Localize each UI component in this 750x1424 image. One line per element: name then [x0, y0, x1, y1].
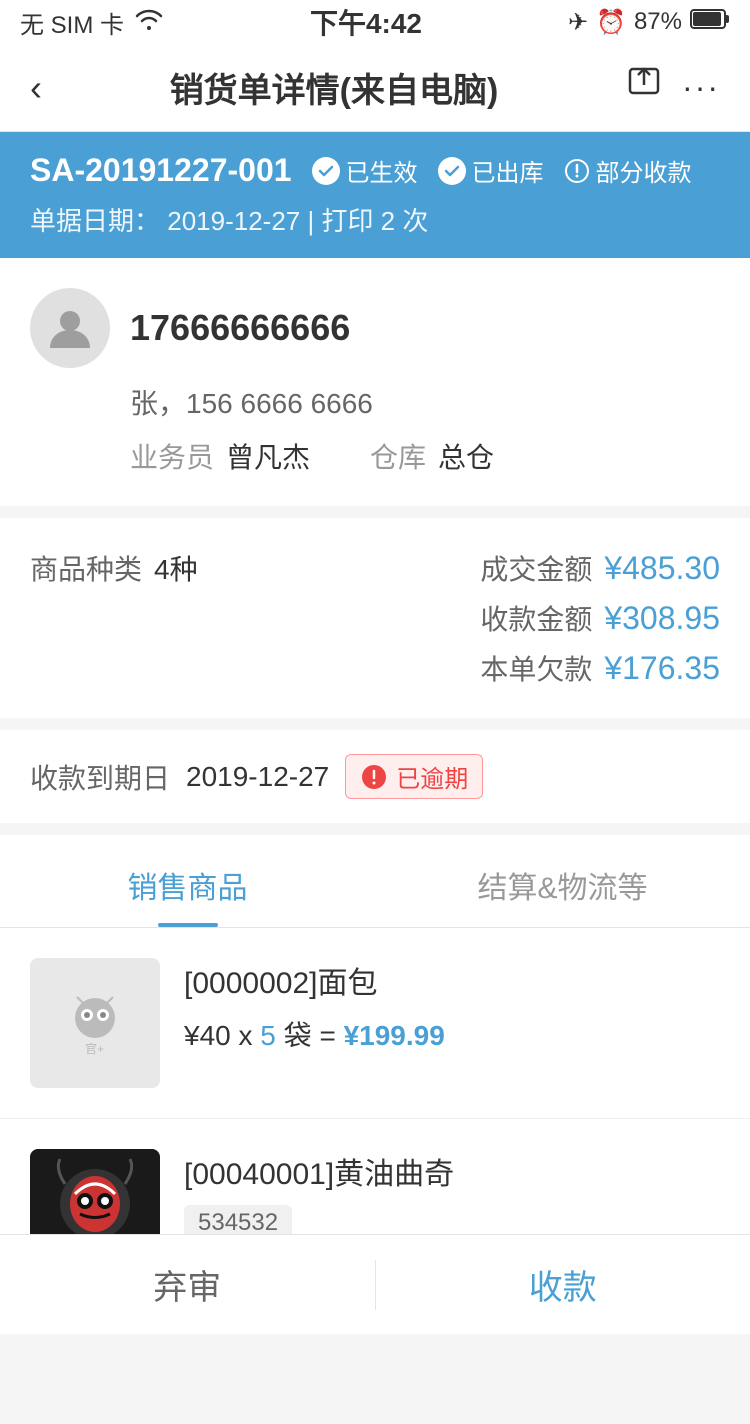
warehouse-item: 仓库 总仓	[370, 436, 494, 476]
header-banner: SA-20191227-001 已生效 已出库 部分收款	[0, 132, 750, 258]
status-bar: 无 SIM 卡 下午4:42 ✈ ⏰ 87%	[0, 0, 750, 44]
list-item: 官+ [0000002]面包 ¥40 x 5 袋 = ¥199.99	[0, 928, 750, 1119]
customer-info: 张，156 6666 6666	[30, 382, 720, 422]
product-info-1: [0000002]面包 ¥40 x 5 袋 = ¥199.99	[184, 958, 720, 1054]
back-button[interactable]: ‹	[30, 67, 42, 109]
share-button[interactable]	[626, 65, 662, 110]
status-right: ✈ ⏰ 87%	[568, 8, 730, 37]
salesperson-value: 曾凡杰	[226, 436, 310, 476]
collect-button[interactable]: 收款	[376, 1235, 750, 1334]
badge-partial-payment: 部分收款	[564, 153, 692, 188]
product-type-value: 4种	[154, 548, 198, 588]
debt-value: ¥176.35	[604, 650, 720, 687]
received-row: 收款金额 ¥308.95	[480, 598, 720, 638]
banner-date: 单据日期： 2019-12-27 | 打印 2 次	[30, 201, 720, 238]
product-name-1: [0000002]面包	[184, 958, 720, 1002]
battery-icon	[690, 8, 730, 37]
warehouse-label: 仓库	[370, 436, 426, 476]
tab-settlement[interactable]: 结算&物流等	[375, 835, 750, 927]
customer-header: 17666666666	[30, 288, 720, 368]
product-name-2: [00040001]黄油曲奇	[184, 1149, 720, 1193]
debt-row: 本单欠款 ¥176.35	[480, 648, 720, 688]
product-thumb-1: 官+	[30, 958, 160, 1088]
warehouse-value: 总仓	[438, 436, 494, 476]
avatar	[30, 288, 110, 368]
product-type-label: 商品种类	[30, 548, 142, 588]
salesperson-label: 业务员	[130, 436, 214, 476]
status-left: 无 SIM 卡	[20, 5, 164, 40]
location-icon: ✈	[568, 8, 588, 37]
stats-section: 商品种类 4种 成交金额 ¥485.30 收款金额 ¥308.95 本单欠款 ¥…	[0, 518, 750, 718]
cancel-button[interactable]: 弃审	[0, 1235, 375, 1334]
badge-shipped: 已出库	[438, 153, 544, 188]
amount-value: ¥485.30	[604, 550, 720, 587]
sim-status: 无 SIM 卡	[20, 5, 124, 40]
due-label: 收款到期日	[30, 757, 170, 797]
svg-text:官+: 官+	[85, 1041, 104, 1056]
due-date: 2019-12-27	[186, 761, 329, 793]
product-total-1: ¥199.99	[344, 1020, 445, 1051]
wifi-icon	[134, 8, 164, 37]
salesperson-item: 业务员 曾凡杰	[130, 436, 310, 476]
stats-left: 商品种类 4种	[30, 548, 198, 588]
product-image-placeholder-1: 官+	[30, 958, 160, 1088]
overdue-badge: 已逾期	[345, 754, 483, 799]
product-qty-1: 5	[260, 1020, 276, 1051]
received-label: 收款金额	[480, 598, 592, 638]
debt-label: 本单欠款	[480, 648, 592, 688]
amount-label: 成交金额	[480, 548, 592, 588]
bottom-bar: 弃审 收款	[0, 1234, 750, 1334]
product-type-row: 商品种类 4种	[30, 548, 198, 588]
alarm-icon: ⏰	[596, 8, 626, 37]
check-effective-icon	[312, 157, 340, 185]
due-section: 收款到期日 2019-12-27 已逾期	[0, 730, 750, 823]
received-value: ¥308.95	[604, 600, 720, 637]
order-id: SA-20191227-001	[30, 152, 292, 189]
check-shipped-icon	[438, 157, 466, 185]
badge-effective: 已生效	[312, 153, 418, 188]
customer-meta: 业务员 曾凡杰 仓库 总仓	[30, 436, 720, 476]
customer-section: 17666666666 张，156 6666 6666 业务员 曾凡杰 仓库 总…	[0, 258, 750, 506]
page-title: 销货单详情(来自电脑)	[170, 63, 499, 112]
tab-sales-products[interactable]: 销售商品	[0, 835, 375, 927]
status-time: 下午4:42	[310, 2, 422, 42]
tab-bar: 销售商品 结算&物流等	[0, 835, 750, 928]
nav-bar: ‹ 销货单详情(来自电脑) ···	[0, 44, 750, 132]
amount-row: 成交金额 ¥485.30	[480, 548, 720, 588]
product-price-1: ¥40 x 5 袋 = ¥199.99	[184, 1014, 720, 1054]
overdue-text: 已逾期	[396, 759, 468, 794]
nav-actions: ···	[626, 65, 720, 110]
more-button[interactable]: ···	[682, 69, 720, 106]
banner-top: SA-20191227-001 已生效 已出库 部分收款	[30, 152, 720, 189]
battery-text: 87%	[634, 8, 682, 36]
stats-right: 成交金额 ¥485.30 收款金额 ¥308.95 本单欠款 ¥176.35	[480, 548, 720, 688]
customer-phone: 17666666666	[130, 307, 350, 349]
